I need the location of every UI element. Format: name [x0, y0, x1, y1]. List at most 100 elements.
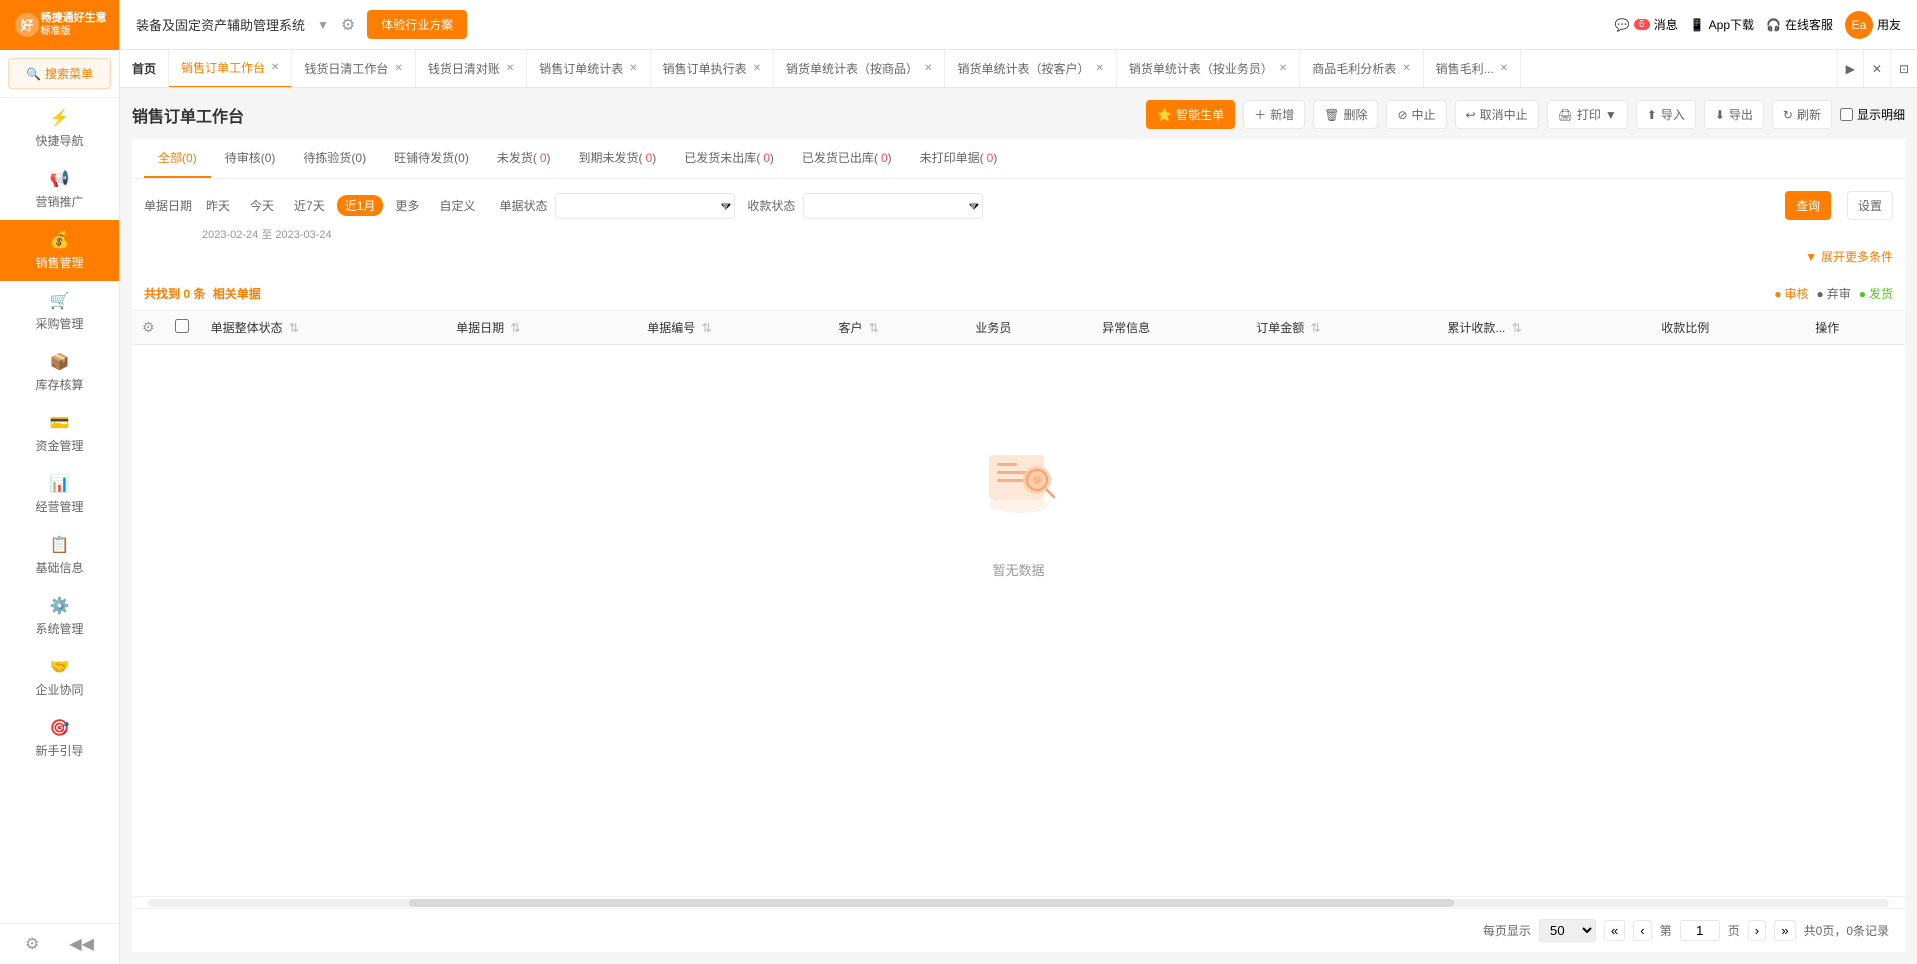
query-btn[interactable]: 查询	[1785, 191, 1831, 220]
tab-close-sales-stats[interactable]: ✕	[629, 63, 637, 74]
tab-sales-stats[interactable]: 销售订单统计表 ✕	[527, 50, 650, 88]
sidebar-item-sales[interactable]: 💰 销售管理	[0, 220, 119, 281]
tabs-maximize-icon[interactable]: ⊡	[1890, 50, 1917, 88]
filter-tab-not-shipped[interactable]: 未发货(0)	[483, 139, 565, 178]
tab-close-sales-workbench[interactable]: ✕	[271, 62, 279, 73]
topbar-dropdown-icon[interactable]: ▼	[317, 18, 329, 32]
date-7days-btn[interactable]: 近7天	[286, 195, 333, 216]
scroll-bar-thumb[interactable]	[409, 899, 1454, 907]
print-btn[interactable]: 🖨 打印 ▼	[1547, 100, 1628, 129]
tab-close-sales-summary-product[interactable]: ✕	[924, 63, 932, 74]
sidebar-item-inventory[interactable]: 📦 库存核算	[0, 342, 119, 403]
sort-collected-icon[interactable]: ⇅	[1512, 321, 1522, 335]
topbar: 装备及固定资产辅助管理系统 ▼ ⚙ 体验行业方案 💬 6 消息 📱 App下载 …	[120, 0, 1917, 50]
message-icon-item[interactable]: 💬 6 消息	[1615, 16, 1678, 33]
first-page-btn[interactable]: «	[1604, 920, 1625, 941]
industry-btn[interactable]: 体验行业方案	[367, 10, 467, 39]
tab-cash-reconcile[interactable]: 钱货日清对账 ✕	[416, 50, 527, 88]
sidebar-item-quick-nav[interactable]: ⚡ 快捷导航	[0, 98, 119, 159]
sidebar-item-base-info[interactable]: 📋 基础信息	[0, 525, 119, 586]
refresh-btn[interactable]: ↻ 刷新	[1772, 100, 1832, 129]
sidebar-item-beginner[interactable]: 🎯 新手引导	[0, 708, 119, 769]
tab-sales-more[interactable]: 销售毛利... ✕	[1424, 50, 1521, 88]
tab-close-sales-summary-staff[interactable]: ✕	[1279, 63, 1287, 74]
page-size-select[interactable]: 10 20 50 100	[1539, 919, 1596, 942]
topbar-gear-icon[interactable]: ⚙	[341, 15, 355, 35]
user-item[interactable]: Ea 用友	[1845, 11, 1901, 39]
date-1month-btn[interactable]: 近1月	[337, 195, 384, 216]
smart-create-btn[interactable]: ⭐ 智能生单	[1146, 100, 1235, 129]
cancel-stop-btn[interactable]: ↩ 取消中止	[1455, 100, 1539, 129]
sidebar-item-finance[interactable]: 💳 资金管理	[0, 403, 119, 464]
ship-btn[interactable]: ● 发货	[1859, 285, 1893, 302]
stop-btn[interactable]: ⊘ 中止	[1386, 100, 1446, 129]
export-btn[interactable]: ⬇ 导出	[1704, 100, 1764, 129]
column-settings-icon[interactable]: ⚙	[142, 319, 155, 335]
show-detail-label[interactable]: 显示明细	[1840, 106, 1905, 123]
sidebar-item-enterprise[interactable]: 🤝 企业协同	[0, 647, 119, 708]
next-page-btn[interactable]: ›	[1748, 920, 1766, 941]
tab-close-cash-daily[interactable]: ✕	[394, 63, 402, 74]
filter-tab-overdue[interactable]: 到期未发货(0)	[565, 139, 671, 178]
scroll-bar-area[interactable]	[132, 896, 1905, 908]
tab-sales-summary-staff[interactable]: 销货单统计表（按业务员） ✕	[1117, 50, 1300, 88]
import-btn[interactable]: ⬆ 导入	[1636, 100, 1696, 129]
select-all-checkbox[interactable]	[175, 319, 189, 333]
sort-number-icon[interactable]: ⇅	[702, 321, 712, 335]
page-number-input[interactable]	[1680, 920, 1720, 941]
tab-close-product-margin[interactable]: ✕	[1402, 63, 1410, 74]
settings-btn[interactable]: 设置	[1847, 191, 1893, 220]
payment-select[interactable]	[803, 193, 983, 219]
last-page-btn[interactable]: »	[1774, 920, 1795, 941]
filter-tab-shipped-out[interactable]: 已发货已出库(0)	[788, 139, 906, 178]
expand-filter-btn[interactable]: ▼ 展开更多条件	[1805, 248, 1893, 265]
status-select[interactable]	[555, 193, 735, 219]
sort-date-icon[interactable]: ⇅	[510, 321, 520, 335]
sort-amount-icon[interactable]: ⇅	[1311, 321, 1321, 335]
filter-tab-pending-inspect[interactable]: 待拣验货(0)	[289, 139, 380, 178]
tab-close-sales-more[interactable]: ✕	[1500, 63, 1508, 74]
date-custom-btn[interactable]: 自定义	[431, 195, 483, 216]
filter-tab-pending-review[interactable]: 待审核(0)	[211, 139, 290, 178]
sidebar-item-marketing[interactable]: 📢 营销推广	[0, 159, 119, 220]
online-service-item[interactable]: 🎧 在线客服	[1766, 16, 1833, 33]
table-scroll-area[interactable]: ⚙ 单据整体状态 ⇅ 单据日期 ⇅	[132, 311, 1905, 896]
delete-btn[interactable]: 🗑 删除	[1313, 100, 1378, 129]
tab-sales-summary-customer[interactable]: 销货单统计表（按客户） ✕	[945, 50, 1116, 88]
tab-close-cash-reconcile[interactable]: ✕	[506, 63, 514, 74]
col-action: 操作	[1805, 311, 1905, 345]
date-more-btn[interactable]: 更多	[387, 195, 427, 216]
audit-btn[interactable]: ● 审核	[1774, 285, 1808, 302]
sidebar-item-purchase[interactable]: 🛒 采购管理	[0, 281, 119, 342]
filter-tab-not-printed[interactable]: 未打印单据(0)	[906, 139, 1012, 178]
sort-customer-icon[interactable]: ⇅	[869, 321, 879, 335]
add-btn[interactable]: ＋ 新增	[1243, 100, 1305, 129]
empty-text: 暂无数据	[992, 560, 1044, 579]
filter-tab-all[interactable]: 全部(0)	[144, 139, 211, 178]
date-filter-item: 单据日期 昨天 今天 近7天 近1月 更多 自定义	[144, 195, 483, 216]
filter-tab-shipped-not-out[interactable]: 已发货未出库(0)	[670, 139, 788, 178]
date-today-btn[interactable]: 今天	[242, 195, 282, 216]
tabs-scroll-right-icon[interactable]: ▶	[1837, 50, 1863, 88]
sidebar-item-operations[interactable]: 📊 经营管理	[0, 464, 119, 525]
tab-close-sales-summary-customer[interactable]: ✕	[1095, 63, 1103, 74]
tab-cash-daily[interactable]: 钱货日清工作台 ✕	[292, 50, 415, 88]
prev-page-btn[interactable]: ‹	[1633, 920, 1651, 941]
tab-sales-exec[interactable]: 销售订单执行表 ✕	[651, 50, 774, 88]
tab-sales-summary-product[interactable]: 销货单统计表（按商品） ✕	[774, 50, 945, 88]
sidebar-item-system[interactable]: ⚙️ 系统管理	[0, 586, 119, 647]
tab-home[interactable]: 首页	[120, 50, 169, 88]
search-menu-button[interactable]: 🔍 搜索菜单	[8, 58, 111, 89]
tab-sales-workbench[interactable]: 销售订单工作台 ✕	[169, 50, 292, 88]
tab-product-margin[interactable]: 商品毛利分析表 ✕	[1300, 50, 1423, 88]
sort-status-icon[interactable]: ⇅	[289, 321, 299, 335]
collapse-sidebar-icon[interactable]: ◀◀	[69, 934, 94, 954]
tab-close-sales-exec[interactable]: ✕	[753, 63, 761, 74]
date-yesterday-btn[interactable]: 昨天	[198, 195, 238, 216]
settings-footer-icon[interactable]: ⚙	[25, 934, 39, 954]
revoke-btn[interactable]: ● 弃审	[1816, 285, 1850, 302]
tabs-close-all-icon[interactable]: ✕	[1863, 50, 1890, 88]
filter-tab-wangpu[interactable]: 旺铺待发货(0)	[380, 139, 483, 178]
app-download-item[interactable]: 📱 App下载	[1690, 16, 1754, 33]
show-detail-checkbox[interactable]	[1840, 108, 1853, 121]
